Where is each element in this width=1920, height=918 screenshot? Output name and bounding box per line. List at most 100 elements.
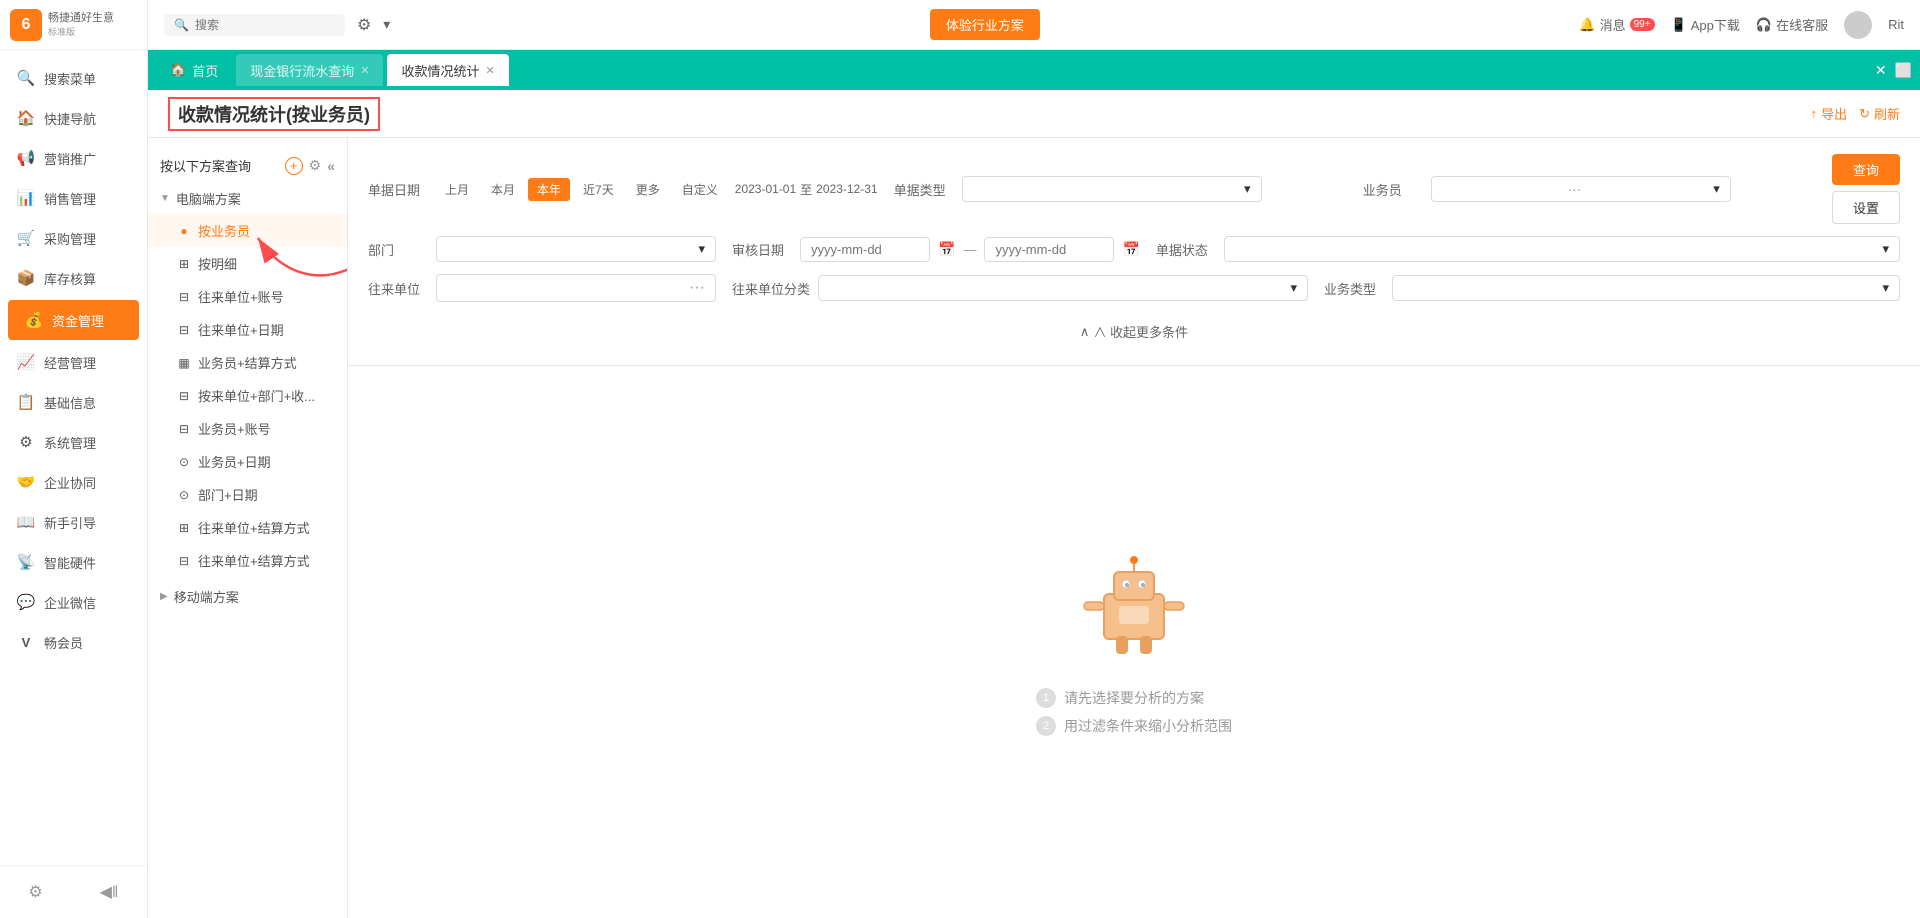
- panel-item-by-unit-account[interactable]: ⊟ 往来单位+账号: [148, 280, 347, 313]
- dept-select[interactable]: ▾: [436, 236, 716, 262]
- sidebar-item-quick-nav[interactable]: 🏠 快捷导航: [0, 98, 147, 138]
- panel-collapse-btn[interactable]: «: [327, 157, 335, 175]
- date-range-start: 2023-01-01: [735, 182, 796, 196]
- filter-salesperson: 业务员 ··· ▾: [1363, 176, 1816, 202]
- panel-item-by-unit-dept[interactable]: ⊟ 按来单位+部门+收...: [148, 379, 347, 412]
- notification-btn[interactable]: 🔔 消息 99+: [1579, 15, 1654, 34]
- settings-filter-btn[interactable]: 设置: [1832, 191, 1900, 224]
- mobile-section-toggle[interactable]: ▶ 移动端方案: [148, 581, 347, 612]
- inventory-icon: 📦: [16, 268, 36, 288]
- member-icon: V: [16, 632, 36, 652]
- audit-date-start[interactable]: [800, 237, 930, 262]
- sidebar-item-smart-hw[interactable]: 📡 智能硬件: [0, 542, 147, 582]
- sidebar-item-sales[interactable]: 📊 销售管理: [0, 178, 147, 218]
- refresh-btn[interactable]: ↻ 刷新: [1859, 104, 1900, 123]
- date-tab-last-month[interactable]: 上月: [436, 178, 478, 201]
- empty-tip-2: 2 用过滤条件来缩小分析范围: [1036, 712, 1232, 740]
- sp-payment-icon: ▦: [176, 355, 192, 371]
- salesperson-select[interactable]: ··· ▾: [1431, 176, 1731, 202]
- sidebar-item-enterprise[interactable]: 🤝 企业协同: [0, 462, 147, 502]
- sidebar-item-basic-info[interactable]: 📋 基础信息: [0, 382, 147, 422]
- query-btn[interactable]: 查询: [1832, 154, 1900, 185]
- sales-icon: 📊: [16, 188, 36, 208]
- panel-item-by-salesperson-date[interactable]: ⊙ 业务员+日期: [148, 445, 347, 478]
- panel-item-by-salesperson-payment[interactable]: ▦ 业务员+结算方式: [148, 346, 347, 379]
- sidebar-item-search-menu[interactable]: 🔍 搜索菜单: [0, 58, 147, 98]
- search-input[interactable]: [195, 18, 335, 32]
- desktop-section-toggle[interactable]: ▼ 电脑端方案: [148, 183, 347, 214]
- date-tab-more[interactable]: 更多: [627, 178, 669, 201]
- topbar-settings-icon[interactable]: ⚙: [357, 15, 371, 35]
- robot-svg: [1074, 544, 1194, 664]
- sidebar-item-marketing[interactable]: 📢 营销推广: [0, 138, 147, 178]
- topbar-search-box[interactable]: 🔍: [164, 14, 345, 36]
- user-avatar[interactable]: [1844, 11, 1872, 39]
- download-icon: 📱: [1671, 17, 1687, 33]
- sidebar-item-label: 企业协同: [44, 473, 96, 492]
- export-btn[interactable]: ↑ 导出: [1811, 104, 1848, 123]
- empty-tip-1-text: 请先选择要分析的方案: [1064, 684, 1204, 712]
- calendar-icon-1[interactable]: 📅: [938, 241, 955, 258]
- salesperson-more[interactable]: ···: [1568, 182, 1581, 197]
- purchase-icon: 🛒: [16, 228, 36, 248]
- audit-date-end[interactable]: [984, 237, 1114, 262]
- desktop-chevron-icon: ▼: [160, 193, 170, 204]
- sidebar-item-guide[interactable]: 📖 新手引导: [0, 502, 147, 542]
- topbar-left: 🔍 ⚙ ▾: [164, 14, 390, 36]
- sidebar-item-finance[interactable]: 💰 资金管理: [8, 300, 139, 340]
- panel-item-by-salesperson-account[interactable]: ⊟ 业务员+账号: [148, 412, 347, 445]
- tab-home[interactable]: 🏠 首页: [156, 54, 232, 86]
- doc-status-select[interactable]: ▾: [1224, 236, 1900, 262]
- counterpart-more-icon[interactable]: ···: [689, 279, 705, 297]
- sidebar-item-wechat[interactable]: 💬 企业微信: [0, 582, 147, 622]
- panel-item-by-salesperson[interactable]: ● 按业务员: [148, 214, 347, 247]
- sp-date-icon: ⊙: [176, 454, 192, 470]
- topbar: 🔍 ⚙ ▾ 体验行业方案 🔔 消息 99+ 📱 App下载: [148, 0, 1920, 50]
- tab-home-label: 首页: [192, 61, 218, 80]
- tab-bank-close[interactable]: ✕: [360, 64, 369, 77]
- calendar-icon-2[interactable]: 📅: [1122, 241, 1139, 258]
- sidebar: 6 畅捷通好生意 标准版 🔍 搜索菜单 🏠 快捷导航 📢 营销推广 📊: [0, 0, 148, 918]
- panel-item-by-dept-date[interactable]: ⊙ 部门+日期: [148, 478, 347, 511]
- doc-type-select[interactable]: ▾: [962, 176, 1262, 202]
- counterpart-select[interactable]: ···: [436, 274, 716, 302]
- bt-select[interactable]: ▾: [1392, 275, 1900, 301]
- sidebar-item-member[interactable]: V 畅会员: [0, 622, 147, 662]
- topbar-right: 🔔 消息 99+ 📱 App下载 🎧 在线客服 Rit: [1579, 11, 1904, 39]
- window-close-icon[interactable]: ✕: [1875, 62, 1887, 79]
- panel-item-by-unit-date[interactable]: ⊟ 往来单位+日期: [148, 313, 347, 346]
- date-tab-this-month[interactable]: 本月: [482, 178, 524, 201]
- sidebar-item-purchase[interactable]: 🛒 采购管理: [0, 218, 147, 258]
- date-tab-7days[interactable]: 近7天: [574, 178, 623, 201]
- window-maximize-icon[interactable]: ⬜: [1895, 62, 1912, 79]
- panel-add-btn[interactable]: +: [285, 157, 303, 175]
- unit-payment1-icon: ⊞: [176, 520, 192, 536]
- cc-select[interactable]: ▾: [818, 275, 1308, 301]
- app-download-btn[interactable]: 📱 App下载: [1671, 15, 1740, 34]
- sidebar-item-operations[interactable]: 📈 经营管理: [0, 342, 147, 382]
- sp-account-icon: ⊟: [176, 421, 192, 437]
- panel-settings-btn[interactable]: ⚙: [309, 157, 322, 175]
- tab-bank[interactable]: 现金银行流水查询 ✕: [236, 54, 383, 86]
- demo-btn[interactable]: 体验行业方案: [930, 9, 1040, 40]
- download-label: App下载: [1691, 15, 1740, 34]
- date-tab-custom[interactable]: 自定义: [673, 178, 727, 201]
- panel-item-by-detail[interactable]: ⊞ 按明细: [148, 247, 347, 280]
- sidebar-item-label: 营销推广: [44, 149, 96, 168]
- home-icon: 🏠: [170, 62, 186, 78]
- notification-badge: 99+: [1630, 18, 1655, 31]
- sidebar-item-inventory[interactable]: 📦 库存核算: [0, 258, 147, 298]
- sidebar-settings-btn[interactable]: ⚙: [22, 876, 48, 908]
- sidebar-collapse-btn[interactable]: ◀‖: [94, 876, 125, 908]
- page-header: 收款情况统计(按业务员) ↑ 导出 ↻ 刷新: [148, 90, 1920, 138]
- panel-item-by-unit-payment2[interactable]: ⊟ 往来单位+结算方式: [148, 544, 347, 577]
- sidebar-item-system[interactable]: ⚙ 系统管理: [0, 422, 147, 462]
- date-tab-this-year[interactable]: 本年: [528, 178, 570, 201]
- topbar-chevron-icon[interactable]: ▾: [383, 16, 390, 33]
- empty-state: 1 请先选择要分析的方案 2 用过滤条件来缩小分析范围: [348, 366, 1920, 918]
- tab-receipt[interactable]: 收款情况统计 ✕: [387, 54, 508, 86]
- collapse-bar[interactable]: ∧ ∧ 收起更多条件: [368, 314, 1900, 349]
- panel-item-by-unit-payment1[interactable]: ⊞ 往来单位+结算方式: [148, 511, 347, 544]
- tab-receipt-close[interactable]: ✕: [485, 64, 494, 77]
- online-support-btn[interactable]: 🎧 在线客服: [1756, 15, 1828, 34]
